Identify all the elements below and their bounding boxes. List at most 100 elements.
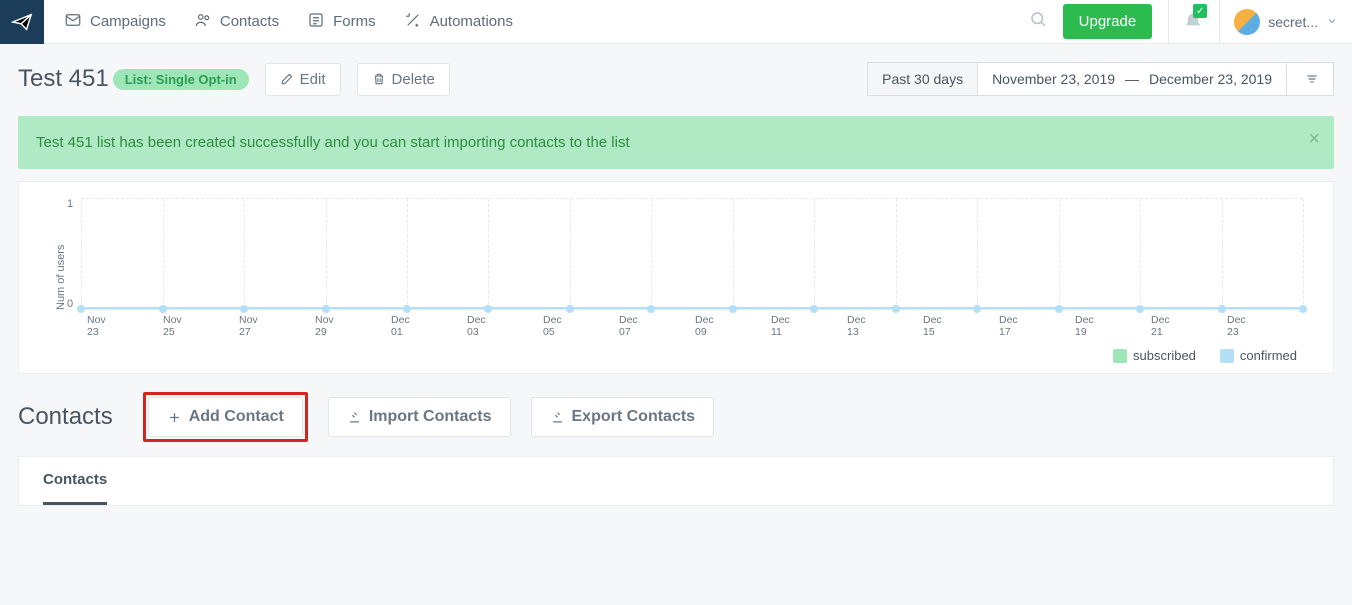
- chart-point: [1299, 305, 1307, 313]
- gridline: [1222, 199, 1223, 309]
- swatch-icon: [1220, 349, 1234, 363]
- chart-point: [729, 305, 737, 313]
- upgrade-button[interactable]: Upgrade: [1063, 4, 1153, 39]
- gridline: [488, 199, 489, 309]
- delete-label: Delete: [392, 71, 435, 88]
- xtick: Dec 11: [771, 314, 847, 338]
- xtick: Dec 07: [619, 314, 695, 338]
- page-title: Test 451: [18, 65, 109, 93]
- gridline: [81, 199, 82, 309]
- gridline: [326, 199, 327, 309]
- list-type-badge: List: Single Opt-in: [113, 69, 249, 90]
- date-options-button[interactable]: [1287, 62, 1334, 96]
- gridline: [570, 199, 571, 309]
- main-nav: Campaigns Contacts Forms Automations: [44, 11, 513, 33]
- highlight-box: Add Contact: [143, 392, 308, 442]
- legend-subscribed: subscribed: [1113, 348, 1196, 363]
- add-contact-button[interactable]: Add Contact: [148, 397, 303, 437]
- chart-plot: [81, 198, 1303, 310]
- chart-point: [1218, 305, 1226, 313]
- search-icon[interactable]: [1029, 10, 1047, 33]
- swatch-icon: [1113, 349, 1127, 363]
- nav-label: Automations: [430, 13, 513, 30]
- date-range-picker[interactable]: Past 30 days November 23, 2019 — Decembe…: [867, 62, 1334, 96]
- button-label: Add Contact: [189, 408, 284, 426]
- date-start: November 23, 2019: [992, 71, 1115, 87]
- page: Test 451 List: Single Opt-in Edit Delete…: [0, 44, 1352, 506]
- legend-label: confirmed: [1240, 348, 1297, 363]
- xtick: Dec 23: [1227, 314, 1303, 338]
- topbar-right: Upgrade ✓ secret...: [1029, 0, 1352, 43]
- export-contacts-button[interactable]: Export Contacts: [531, 397, 715, 437]
- gridline: [733, 199, 734, 309]
- success-alert: Test 451 list has been created successfu…: [18, 116, 1334, 169]
- chart-point: [566, 305, 574, 313]
- chart-point: [973, 305, 981, 313]
- chart-line-confirmed: [81, 307, 1303, 309]
- nav-label: Contacts: [220, 13, 279, 30]
- gridline: [407, 199, 408, 309]
- nav-automations[interactable]: Automations: [404, 11, 513, 33]
- chart-point: [647, 305, 655, 313]
- avatar: [1234, 9, 1260, 35]
- xtick: Dec 03: [467, 314, 543, 338]
- section-title: Contacts: [18, 403, 113, 431]
- xtick: Dec 01: [391, 314, 467, 338]
- chart-ylabel: Num of users: [49, 198, 67, 310]
- nav-contacts[interactable]: Contacts: [194, 11, 279, 33]
- legend-label: subscribed: [1133, 348, 1196, 363]
- date-preset[interactable]: Past 30 days: [867, 62, 978, 96]
- header-row: Test 451 List: Single Opt-in Edit Delete…: [18, 62, 1334, 96]
- edit-label: Edit: [300, 71, 326, 88]
- gridline: [977, 199, 978, 309]
- gridline: [651, 199, 652, 309]
- notifications-button[interactable]: ✓: [1168, 0, 1203, 43]
- form-icon: [307, 11, 325, 33]
- import-contacts-button[interactable]: Import Contacts: [328, 397, 511, 437]
- gridline: [1059, 199, 1060, 309]
- gridline: [163, 199, 164, 309]
- xtick: Nov 27: [239, 314, 315, 338]
- gridline: [896, 199, 897, 309]
- ytick: 1: [67, 198, 73, 210]
- chart-xaxis: Nov 23Nov 25Nov 27Nov 29Dec 01Dec 03Dec …: [87, 314, 1303, 338]
- nav-campaigns[interactable]: Campaigns: [64, 11, 166, 33]
- people-icon: [194, 11, 212, 33]
- delete-button[interactable]: Delete: [357, 63, 450, 96]
- gridline: [814, 199, 815, 309]
- date-range-display[interactable]: November 23, 2019 — December 23, 2019: [978, 62, 1287, 96]
- chart-point: [403, 305, 411, 313]
- xtick: Dec 19: [1075, 314, 1151, 338]
- chart-point: [159, 305, 167, 313]
- account-menu[interactable]: secret...: [1219, 0, 1338, 43]
- app-logo[interactable]: [0, 0, 44, 44]
- chart-point: [1136, 305, 1144, 313]
- xtick: Dec 17: [999, 314, 1075, 338]
- ytick: 0: [67, 298, 73, 310]
- contacts-tabbar: Contacts: [18, 456, 1334, 506]
- title-group: Test 451 List: Single Opt-in Edit Delete: [18, 63, 450, 96]
- close-icon[interactable]: ×: [1308, 128, 1320, 151]
- chart-card: Num of users 1 0 Nov 23Nov 25Nov 27Nov 2…: [18, 181, 1334, 374]
- chart-point: [484, 305, 492, 313]
- tab-contacts[interactable]: Contacts: [43, 471, 107, 505]
- xtick: Dec 15: [923, 314, 999, 338]
- xtick: Nov 25: [163, 314, 239, 338]
- chevron-down-icon: [1326, 14, 1338, 30]
- contacts-section: Contacts Add Contact Import Contacts Exp…: [18, 374, 1334, 506]
- nav-forms[interactable]: Forms: [307, 11, 376, 33]
- xtick: Nov 29: [315, 314, 391, 338]
- topbar: Campaigns Contacts Forms Automations Upg…: [0, 0, 1352, 44]
- xtick: Dec 21: [1151, 314, 1227, 338]
- envelope-icon: [64, 11, 82, 33]
- xtick: Dec 13: [847, 314, 923, 338]
- edit-button[interactable]: Edit: [265, 63, 341, 96]
- chart-legend: subscribed confirmed: [49, 348, 1303, 363]
- wand-icon: [404, 11, 422, 33]
- nav-label: Forms: [333, 13, 376, 30]
- gridline: [244, 199, 245, 309]
- chart-point: [77, 305, 85, 313]
- button-label: Import Contacts: [369, 408, 492, 426]
- xtick: Dec 09: [695, 314, 771, 338]
- button-label: Export Contacts: [572, 408, 696, 426]
